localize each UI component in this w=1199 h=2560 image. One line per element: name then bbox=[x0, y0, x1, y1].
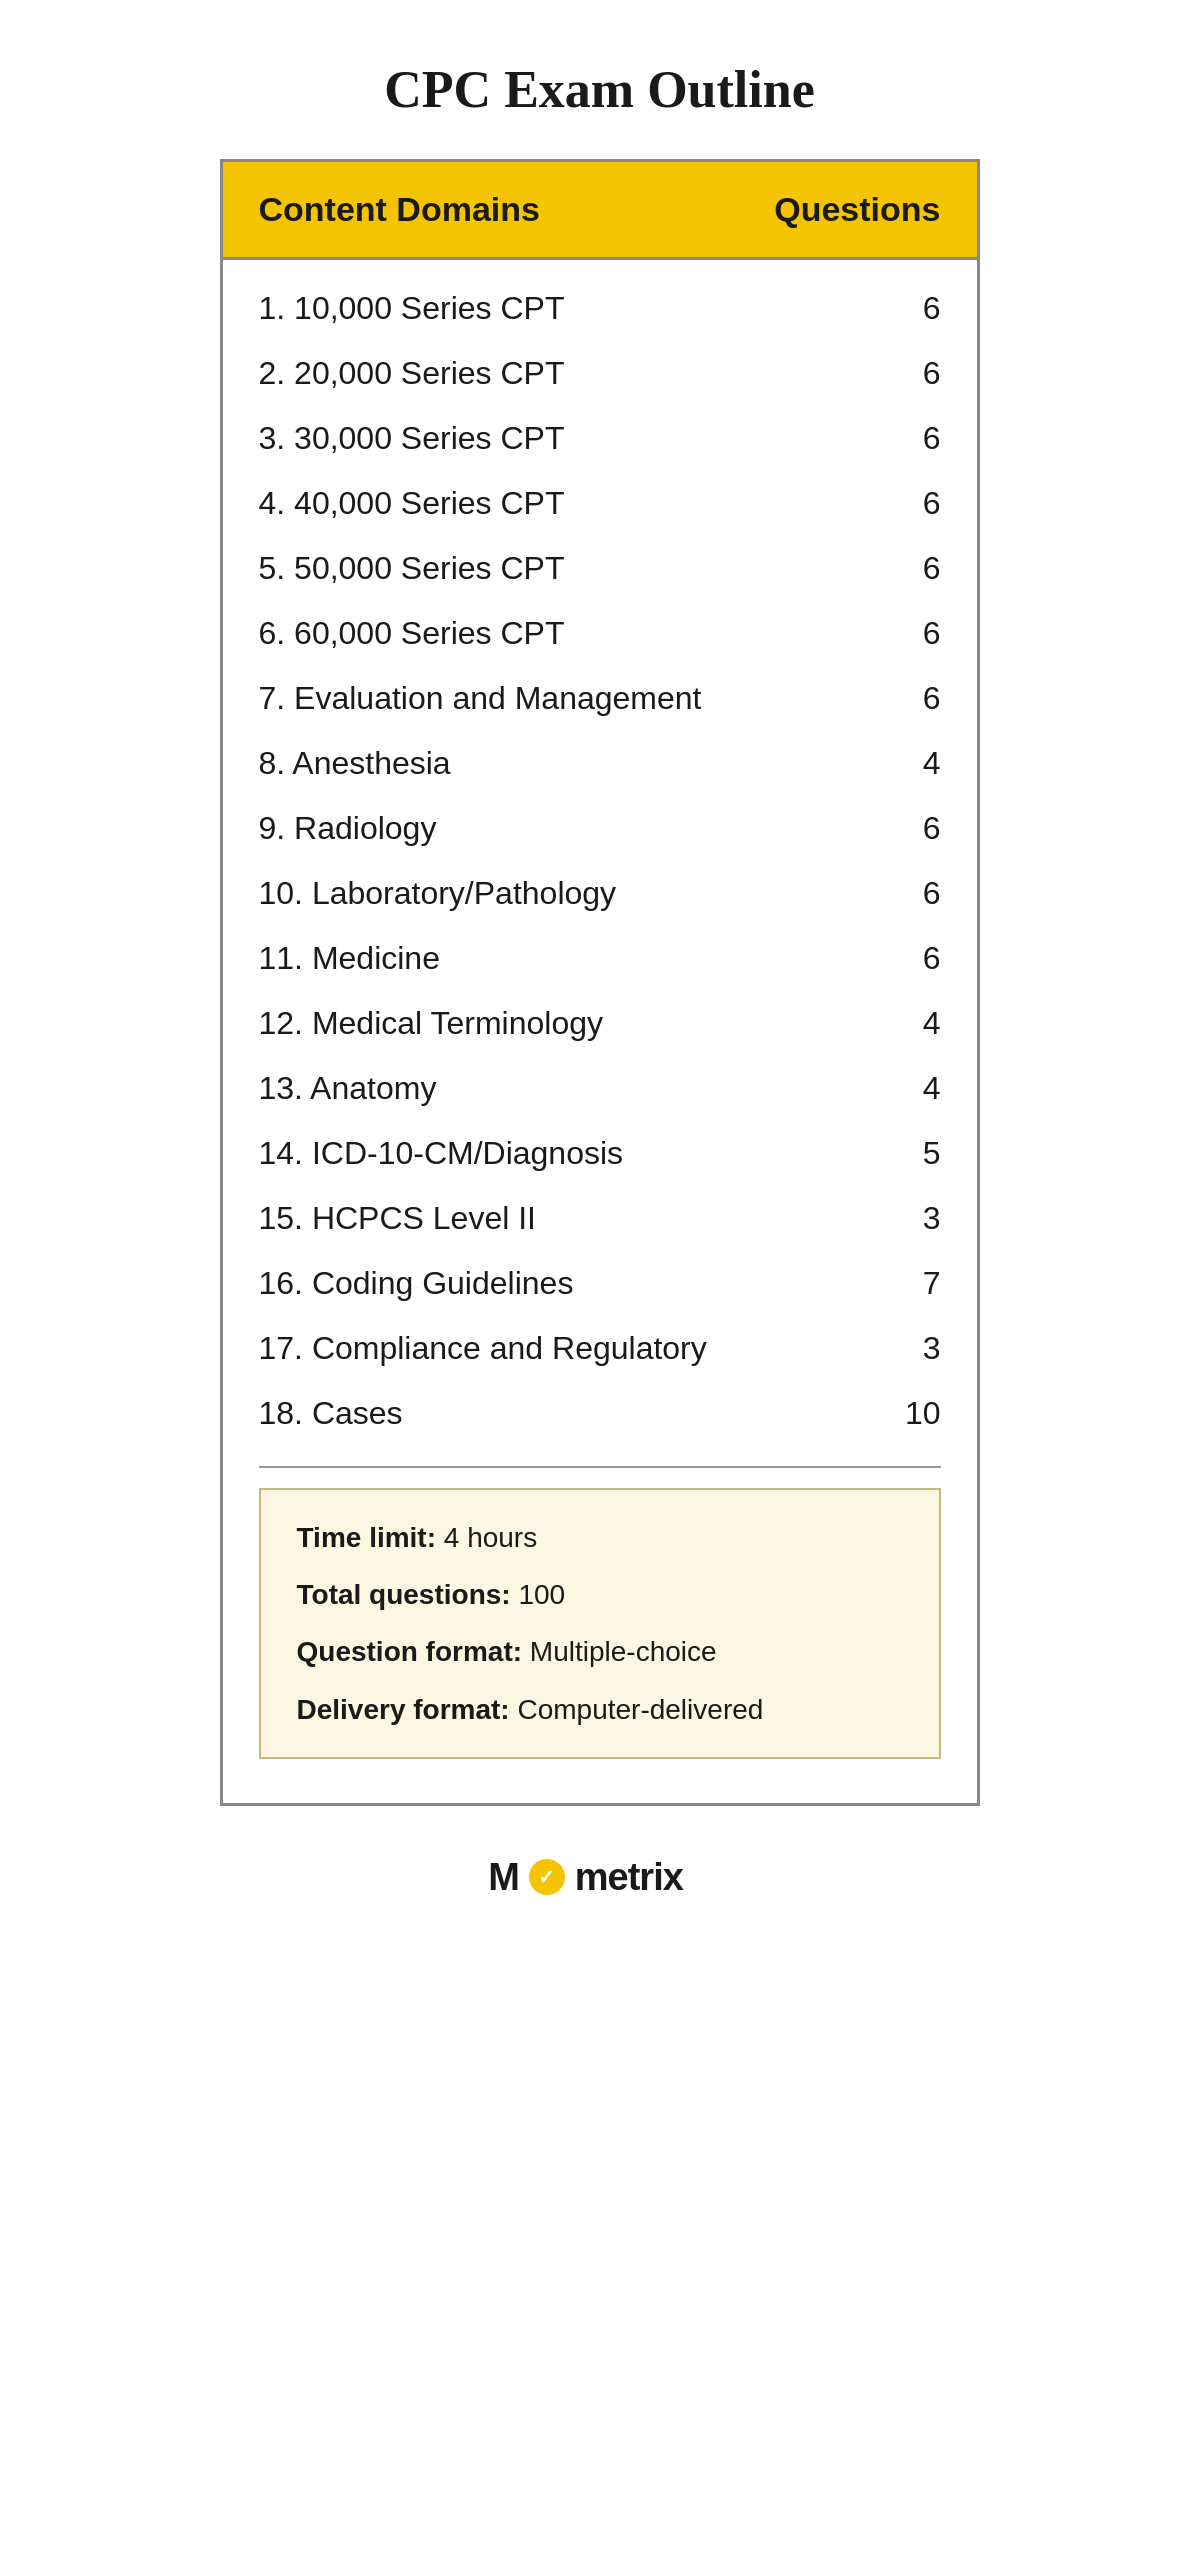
table-row: 10. Laboratory/Pathology 6 bbox=[223, 861, 977, 926]
row-count: 6 bbox=[901, 485, 941, 522]
delivery-format-label: Delivery format: bbox=[297, 1694, 510, 1725]
row-label: 6. 60,000 Series CPT bbox=[259, 615, 565, 652]
row-count: 6 bbox=[901, 680, 941, 717]
delivery-format-row: Delivery format: Computer-delivered bbox=[297, 1690, 903, 1729]
header-domains-label: Content Domains bbox=[259, 190, 540, 229]
table-header: Content Domains Questions bbox=[223, 162, 977, 260]
row-count: 4 bbox=[901, 1005, 941, 1042]
row-label: 8. Anesthesia bbox=[259, 745, 451, 782]
checkmark-icon: ✓ bbox=[529, 1859, 565, 1895]
time-limit-label: Time limit: bbox=[297, 1522, 437, 1553]
row-count: 6 bbox=[901, 940, 941, 977]
header-questions-label: Questions bbox=[774, 190, 940, 229]
row-label: 5. 50,000 Series CPT bbox=[259, 550, 565, 587]
table-row: 17. Compliance and Regulatory 3 bbox=[223, 1316, 977, 1381]
row-count: 6 bbox=[901, 290, 941, 327]
time-limit-row: Time limit: 4 hours bbox=[297, 1518, 903, 1557]
row-count: 6 bbox=[901, 355, 941, 392]
row-count: 6 bbox=[901, 810, 941, 847]
row-label: 3. 30,000 Series CPT bbox=[259, 420, 565, 457]
row-label: 4. 40,000 Series CPT bbox=[259, 485, 565, 522]
footer: M ✓ metrix bbox=[488, 1856, 711, 1899]
table-row: 7. Evaluation and Management 6 bbox=[223, 666, 977, 731]
row-count: 3 bbox=[901, 1330, 941, 1367]
table-row: 5. 50,000 Series CPT 6 bbox=[223, 536, 977, 601]
table-row: 8. Anesthesia 4 bbox=[223, 731, 977, 796]
row-label: 18. Cases bbox=[259, 1395, 403, 1432]
row-label: 14. ICD-10-CM/Diagnosis bbox=[259, 1135, 624, 1172]
table-row: 2. 20,000 Series CPT 6 bbox=[223, 341, 977, 406]
row-count: 6 bbox=[901, 550, 941, 587]
row-label: 2. 20,000 Series CPT bbox=[259, 355, 565, 392]
table-row: 9. Radiology 6 bbox=[223, 796, 977, 861]
row-label: 11. Medicine bbox=[259, 940, 440, 977]
row-label: 16. Coding Guidelines bbox=[259, 1265, 574, 1302]
table-row: 14. ICD-10-CM/Diagnosis 5 bbox=[223, 1121, 977, 1186]
page-title: CPC Exam Outline bbox=[384, 60, 814, 119]
row-label: 17. Compliance and Regulatory bbox=[259, 1330, 707, 1367]
row-label: 1. 10,000 Series CPT bbox=[259, 290, 565, 327]
row-count: 7 bbox=[901, 1265, 941, 1302]
table-row: 11. Medicine 6 bbox=[223, 926, 977, 991]
table-row: 15. HCPCS Level II 3 bbox=[223, 1186, 977, 1251]
table-row: 12. Medical Terminology 4 bbox=[223, 991, 977, 1056]
row-count: 10 bbox=[901, 1395, 941, 1432]
total-questions-row: Total questions: 100 bbox=[297, 1575, 903, 1614]
row-count: 5 bbox=[901, 1135, 941, 1172]
table-row: 18. Cases 10 bbox=[223, 1381, 977, 1446]
table-row: 6. 60,000 Series CPT 6 bbox=[223, 601, 977, 666]
table-row: 4. 40,000 Series CPT 6 bbox=[223, 471, 977, 536]
info-box: Time limit: 4 hours Total questions: 100… bbox=[259, 1488, 941, 1759]
row-label: 15. HCPCS Level II bbox=[259, 1200, 536, 1237]
exam-outline-table: Content Domains Questions 1. 10,000 Seri… bbox=[220, 159, 980, 1806]
brand-name-rest: metrix bbox=[575, 1856, 683, 1899]
table-row: 13. Anatomy 4 bbox=[223, 1056, 977, 1121]
row-label: 13. Anatomy bbox=[259, 1070, 437, 1107]
table-body: 1. 10,000 Series CPT 6 2. 20,000 Series … bbox=[223, 260, 977, 1803]
table-row: 1. 10,000 Series CPT 6 bbox=[223, 276, 977, 341]
row-count: 4 bbox=[901, 745, 941, 782]
divider bbox=[259, 1466, 941, 1468]
row-count: 6 bbox=[901, 875, 941, 912]
row-label: 7. Evaluation and Management bbox=[259, 680, 702, 717]
question-format-label: Question format: bbox=[297, 1636, 523, 1667]
row-label: 12. Medical Terminology bbox=[259, 1005, 603, 1042]
brand-name: M bbox=[488, 1856, 519, 1899]
row-label: 10. Laboratory/Pathology bbox=[259, 875, 617, 912]
row-count: 4 bbox=[901, 1070, 941, 1107]
table-row: 3. 30,000 Series CPT 6 bbox=[223, 406, 977, 471]
question-format-row: Question format: Multiple-choice bbox=[297, 1632, 903, 1671]
row-count: 6 bbox=[901, 420, 941, 457]
total-questions-label: Total questions: bbox=[297, 1579, 511, 1610]
row-count: 3 bbox=[901, 1200, 941, 1237]
table-row: 16. Coding Guidelines 7 bbox=[223, 1251, 977, 1316]
row-count: 6 bbox=[901, 615, 941, 652]
row-label: 9. Radiology bbox=[259, 810, 437, 847]
